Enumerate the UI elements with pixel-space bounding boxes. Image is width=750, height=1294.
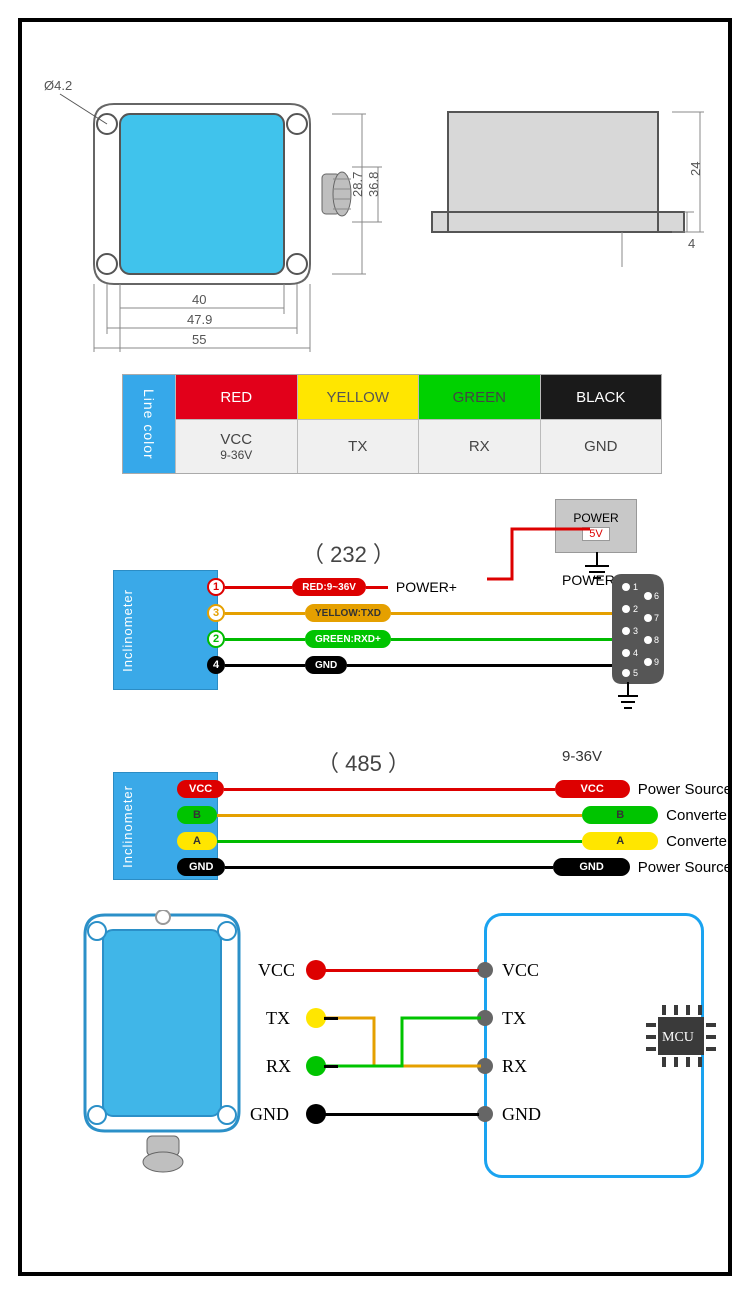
mcu-dot-vcc <box>477 962 493 978</box>
svg-text:4: 4 <box>633 648 638 658</box>
table-title: Line color <box>123 375 175 473</box>
dot-vcc <box>306 960 326 980</box>
top-view-drawing: Ø4.2 28.7 36.8 40 47.9 55 <box>42 52 382 362</box>
hdr-black: BLACK <box>540 375 662 419</box>
wire-crossover <box>324 1010 481 1074</box>
svg-text:5: 5 <box>633 668 638 678</box>
pin-4-row: 4 GND <box>207 654 625 676</box>
db9-ground-icon <box>618 682 658 714</box>
dim-w3: 55 <box>192 332 206 347</box>
svg-text:6: 6 <box>654 591 659 601</box>
hdr-yellow: YELLOW <box>297 375 419 419</box>
svg-text:8: 8 <box>654 635 659 645</box>
dot-rx <box>306 1056 326 1076</box>
lab-vcc-r: VCC <box>502 960 539 981</box>
mechanical-drawings: Ø4.2 28.7 36.8 40 47.9 55 24 4 <box>22 32 728 342</box>
wiring-232: （ 232 ） POWER 5V Inclinometer 1 RED:9~36… <box>22 502 728 722</box>
dot-tx <box>306 1008 326 1028</box>
dim-hole: Ø4.2 <box>44 78 72 93</box>
lab-tx-r: TX <box>502 1008 526 1029</box>
row-vcc: VCC VCC Power Source <box>177 778 732 800</box>
dim-w2: 47.9 <box>187 312 212 327</box>
svg-text:9: 9 <box>654 657 659 667</box>
wire-gnd <box>324 1113 479 1116</box>
wire-vcc <box>324 969 479 972</box>
val-red: VCC9-36V <box>175 419 297 473</box>
lab-gnd-r: GND <box>502 1104 541 1125</box>
svg-text:2: 2 <box>633 604 638 614</box>
hdr-red: RED <box>175 375 297 419</box>
sensor-drawing <box>77 910 247 1180</box>
mcu-dot-gnd <box>477 1106 493 1122</box>
line-color-table: Line color RED YELLOW GREEN BLACK VCC9-3… <box>122 374 662 474</box>
hdr-green: GREEN <box>418 375 540 419</box>
volt-label: 9-36V <box>562 748 602 765</box>
side-view-drawing: 24 4 <box>412 72 712 282</box>
val-black: GND <box>540 419 662 473</box>
svg-text:1: 1 <box>633 582 638 592</box>
svg-text:3: 3 <box>633 626 638 636</box>
pin-1-row: 1 RED:9~36V POWER+ <box>207 576 457 598</box>
dim-side-h: 24 <box>688 162 703 176</box>
wiring-mcu: MCU VCC TX RX GND VCC TX RX GND <box>22 910 728 1210</box>
wiring-485: （ 485 ） 9-36V Inclinometer VCC VCC Power… <box>22 732 728 877</box>
db9-connector: 1 2 3 4 5 6 7 8 9 <box>612 574 664 684</box>
dot-gnd <box>306 1104 326 1124</box>
val-green: RX <box>418 419 540 473</box>
title-232: （ 232 ） <box>302 537 395 569</box>
dim-h2: 36.8 <box>366 172 381 197</box>
lab-tx-l: TX <box>266 1008 290 1029</box>
inclinometer-box-232: Inclinometer <box>113 570 218 690</box>
lab-vcc-l: VCC <box>258 960 295 981</box>
pin-3-row: 3 YELLOW:TXD <box>207 602 620 624</box>
svg-text:MCU: MCU <box>662 1030 694 1045</box>
row-b: B B Converter <box>177 804 732 826</box>
svg-text:7: 7 <box>654 613 659 623</box>
mcu-chip-icon: MCU <box>646 1005 716 1067</box>
dim-w1: 40 <box>192 292 206 307</box>
lab-rx-r: RX <box>502 1056 527 1077</box>
lab-rx-l: RX <box>266 1056 291 1077</box>
row-a: A A Converter <box>177 830 732 852</box>
title-485: （ 485 ） <box>317 746 410 778</box>
row-gnd: GND GND Power Source <box>177 856 732 878</box>
pin-2-row: 2 GREEN:RXD+ <box>207 628 622 650</box>
lab-gnd-l: GND <box>250 1104 289 1125</box>
dim-foot: 4 <box>688 236 695 251</box>
dim-h1: 28.7 <box>350 172 365 197</box>
val-yellow: TX <box>297 419 419 473</box>
power-label: POWER <box>562 572 615 588</box>
